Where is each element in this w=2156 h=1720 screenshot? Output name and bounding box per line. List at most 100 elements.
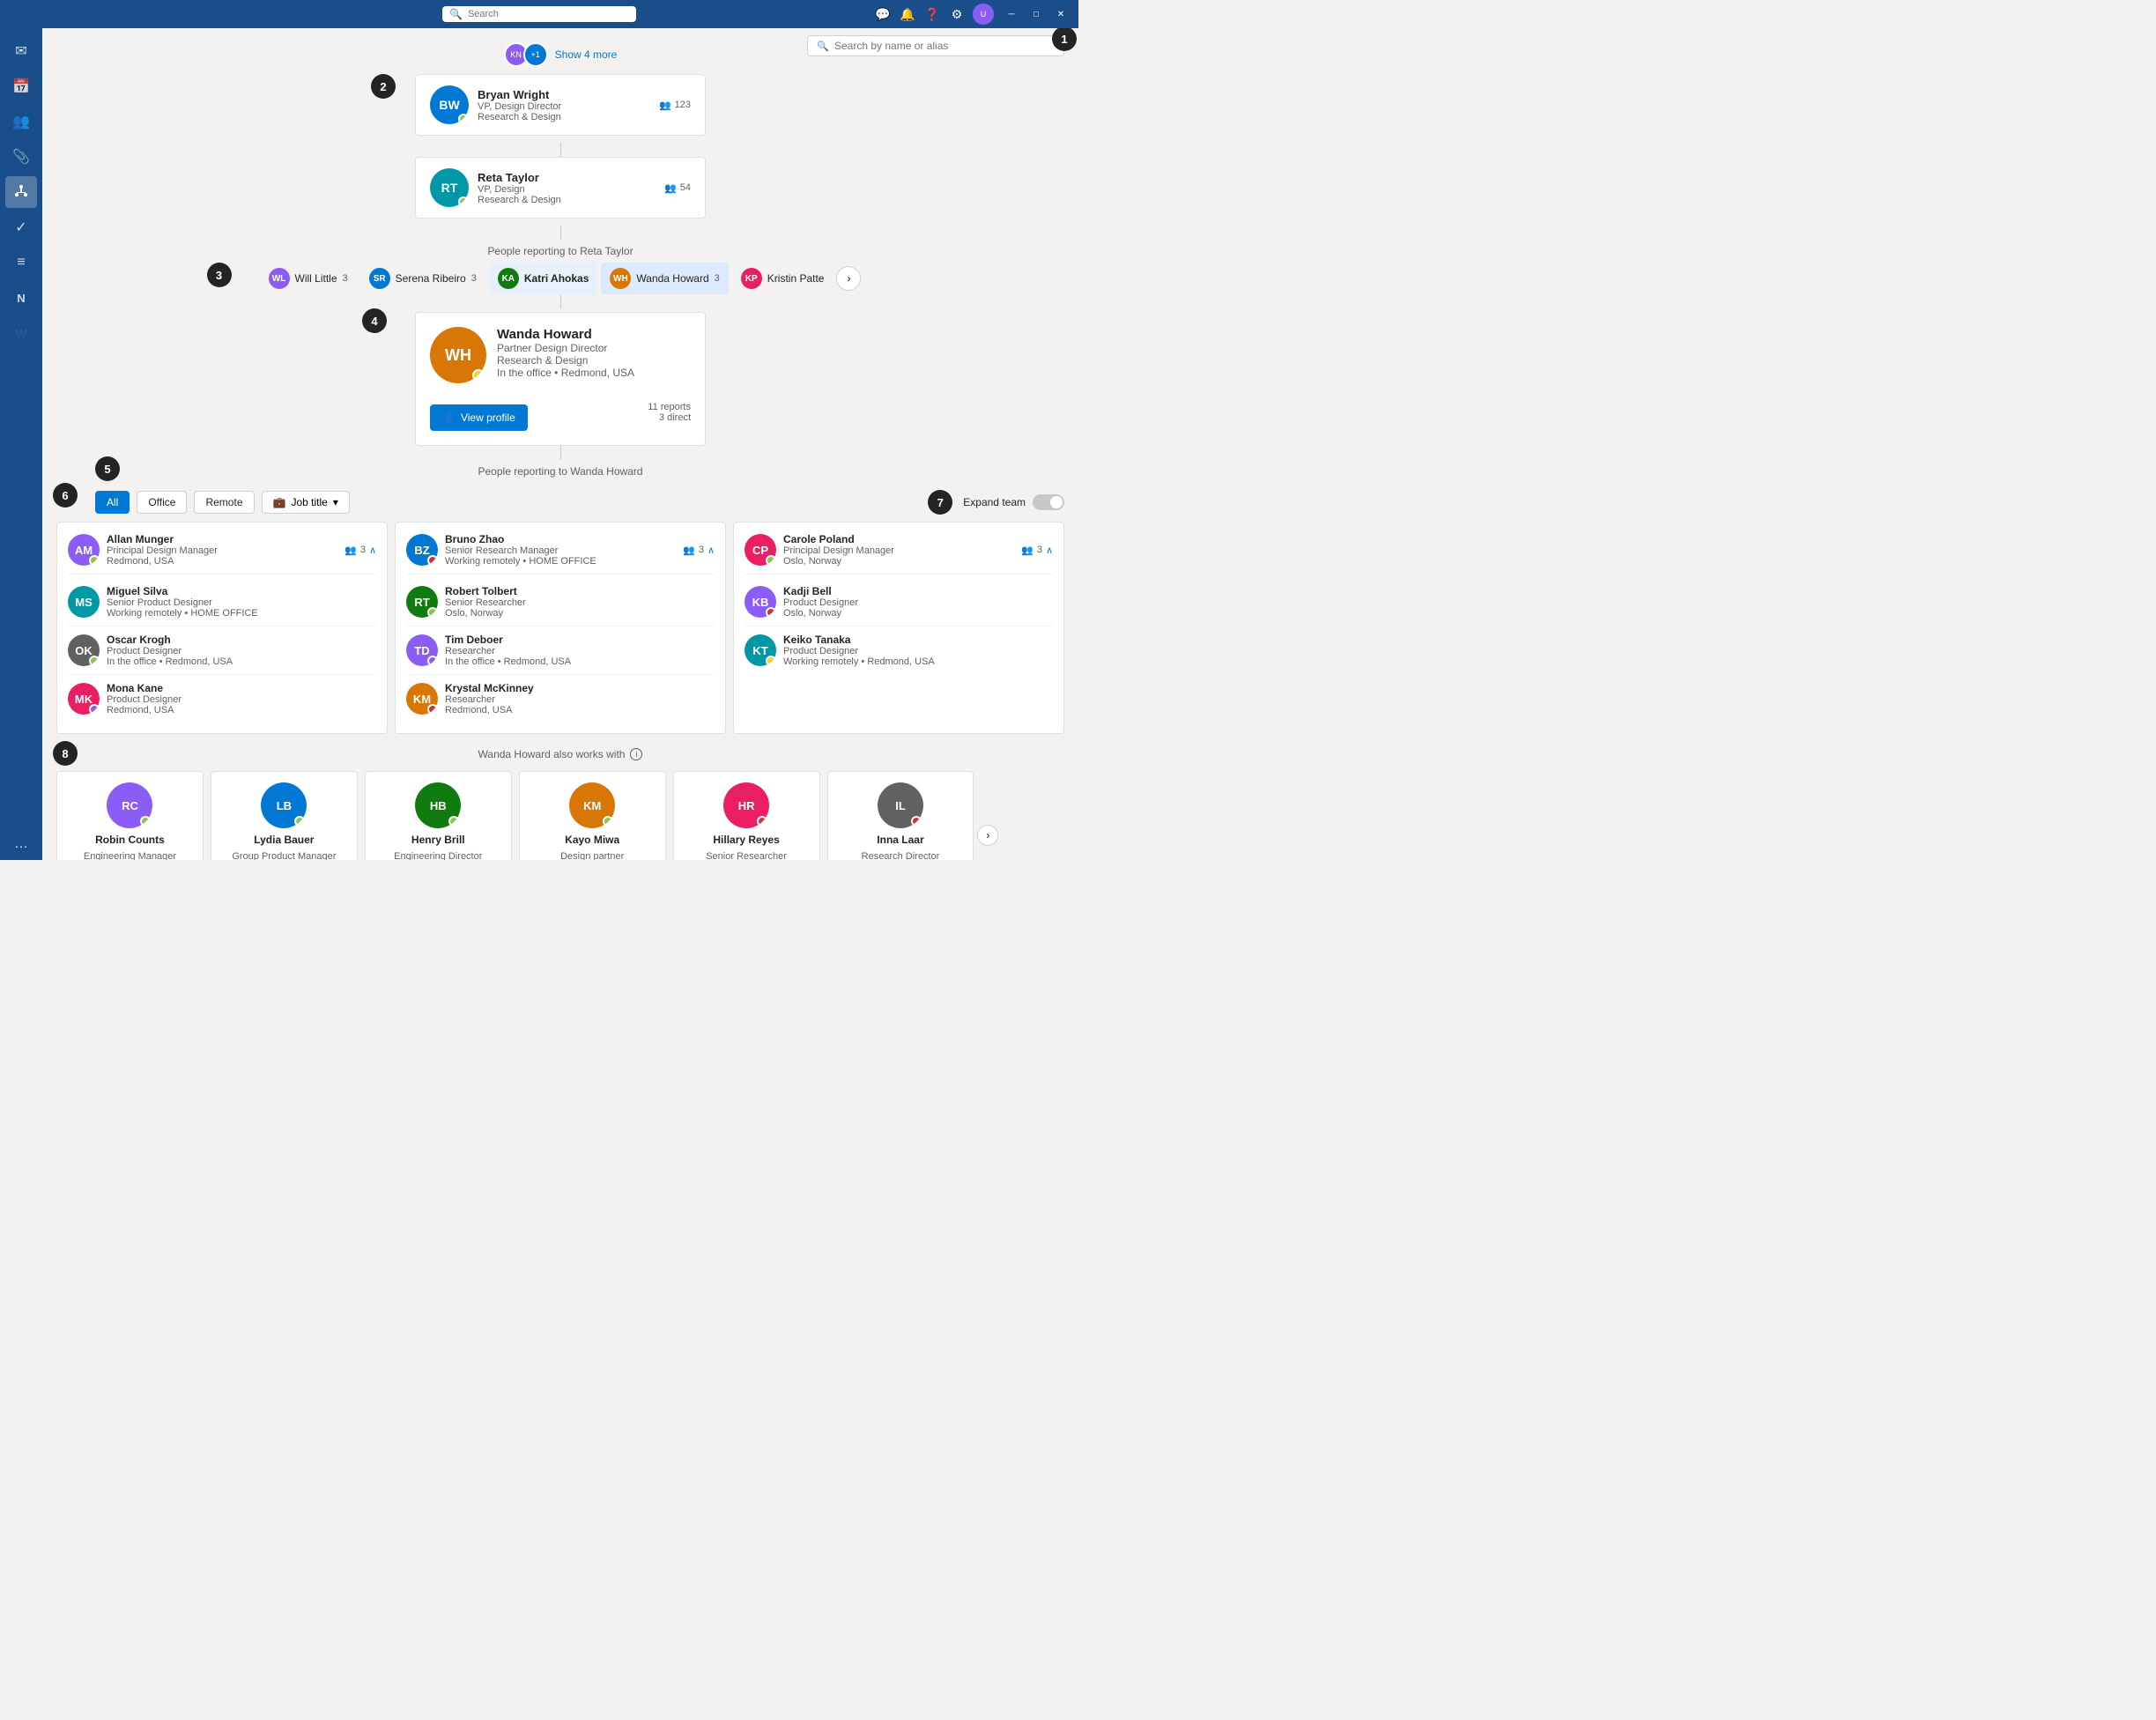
- henry-avatar: HB: [415, 782, 461, 828]
- filter-office[interactable]: Office: [137, 491, 187, 514]
- inna-name: Inna Laar: [877, 834, 923, 846]
- wanda-expanded-dept: Research & Design: [497, 354, 634, 367]
- mona-title: Product Designer: [107, 694, 376, 705]
- sidebar-item-people[interactable]: 👥: [5, 106, 37, 137]
- collapse-icon-2[interactable]: ∧: [708, 545, 715, 556]
- sidebar: ✉ 📅 👥 📎 ✓ ≡ N W …: [0, 28, 42, 860]
- robin-status: [140, 816, 151, 827]
- kristin-name: Kristin Patte: [767, 272, 825, 285]
- help-icon[interactable]: ❓: [923, 7, 941, 22]
- person-card-bryan: BW Bryan Wright VP, Design Director Rese…: [415, 74, 706, 136]
- collapse-icon-1[interactable]: ∧: [369, 545, 376, 556]
- also-works-section: 8 Wanda Howard also works with i RC: [42, 741, 1078, 860]
- henry-status: [448, 816, 459, 827]
- hillary-title: Senior Researcher: [706, 851, 787, 860]
- view-profile-button[interactable]: 👤 View profile: [430, 404, 528, 431]
- will-initials: WL: [269, 268, 290, 289]
- avatar-extra: +1: [523, 42, 548, 67]
- tab-katri-ahokas[interactable]: KA Katri Ahokas: [489, 263, 598, 294]
- person-search-input[interactable]: [834, 40, 1055, 52]
- sidebar-item-attachments[interactable]: 📎: [5, 141, 37, 173]
- collab-next-button[interactable]: ›: [977, 825, 998, 846]
- kadji-title: Product Designer: [783, 597, 1053, 608]
- serena-initials: SR: [369, 268, 390, 289]
- reporting-to-reta-label: People reporting to Reta Taylor: [487, 245, 633, 257]
- sidebar-item-mail[interactable]: ✉: [5, 35, 37, 67]
- user-avatar[interactable]: U: [973, 4, 994, 25]
- connector-3: [560, 294, 561, 308]
- titlebar-search-input[interactable]: [468, 9, 629, 19]
- wanda-tab-initials: WH: [610, 268, 631, 289]
- org-chart-section: KN +1 Show 4 more 2 BW: [42, 35, 1078, 860]
- oscar-title: Product Designer: [107, 646, 376, 656]
- keiko-avatar: KT: [745, 634, 776, 666]
- allan-status: [89, 555, 100, 566]
- sidebar-item-list[interactable]: ≡: [5, 247, 37, 278]
- team-col3-header: CP Carole Poland Principal Design Manage…: [745, 533, 1053, 575]
- hillary-avatar: HR: [723, 782, 769, 828]
- carole-reports: 👥 3 ∧: [1021, 545, 1053, 556]
- expand-team-toggle: 7 Expand team: [928, 490, 1064, 515]
- tab-serena-ribeiro[interactable]: SR Serena Ribeiro 3: [360, 263, 485, 294]
- total-reports-label: 11 reports: [648, 402, 691, 412]
- sidebar-item-word[interactable]: W: [5, 317, 37, 349]
- show-more-button[interactable]: Show 4 more: [555, 48, 618, 61]
- henry-title: Engineering Director: [394, 851, 482, 860]
- robin-name: Robin Counts: [95, 834, 165, 846]
- filter-remote[interactable]: Remote: [194, 491, 254, 514]
- miguel-name: Miguel Silva: [107, 585, 376, 597]
- close-button[interactable]: ✕: [1050, 6, 1071, 22]
- sidebar-item-more[interactable]: …: [5, 828, 37, 860]
- report-tabs-wrapper: 3 WL Will Little 3 SR: [260, 263, 862, 294]
- tab-chevron-right[interactable]: ›: [836, 266, 861, 291]
- sidebar-item-notes[interactable]: N: [5, 282, 37, 314]
- wanda-expanded-info: Wanda Howard Partner Design Director Res…: [497, 327, 634, 379]
- tim-title: Researcher: [445, 646, 715, 656]
- chat-icon[interactable]: 💬: [874, 7, 892, 22]
- bruno-info: Bruno Zhao Senior Research Manager Worki…: [445, 533, 596, 567]
- robert-name: Robert Tolbert: [445, 585, 715, 597]
- sidebar-item-orgchart[interactable]: [5, 176, 37, 208]
- krystal-info: Krystal McKinney Researcher Redmond, USA: [445, 682, 715, 715]
- lydia-name: Lydia Bauer: [254, 834, 314, 846]
- info-icon[interactable]: i: [630, 748, 642, 760]
- carole-report-count: 3: [1037, 545, 1042, 555]
- filter-job-title[interactable]: 💼 Job title ▾: [262, 491, 350, 514]
- wanda-tab-name: Wanda Howard: [636, 272, 708, 285]
- reta-report-count: 54: [680, 182, 691, 193]
- robert-info: Robert Tolbert Senior Researcher Oslo, N…: [445, 585, 715, 619]
- bryan-report-count: 123: [675, 100, 691, 110]
- chevron-down-icon: ▾: [333, 496, 338, 508]
- kayo-status: [603, 816, 613, 827]
- will-name: Will Little: [295, 272, 337, 285]
- annotation-8: 8: [53, 741, 78, 766]
- expanded-card-top: WH Wanda Howard Partner Design Director …: [430, 327, 691, 383]
- kayo-title: Design partner: [560, 851, 624, 860]
- member-oscar: OK Oscar Krogh Product Designer In the o…: [68, 626, 376, 675]
- minimize-button[interactable]: ─: [1001, 6, 1022, 22]
- maximize-button[interactable]: □: [1026, 6, 1047, 22]
- settings-icon[interactable]: ⚙: [948, 7, 966, 22]
- filter-all[interactable]: All: [95, 491, 130, 514]
- briefcase-icon: 💼: [273, 496, 286, 508]
- bruno-name: Bruno Zhao: [445, 533, 596, 545]
- expand-team-switch[interactable]: [1033, 494, 1064, 510]
- annotation-2-wrapper: 2 BW Bryan Wright VP, Design Director: [415, 74, 706, 226]
- kristin-avatar: KP: [741, 268, 762, 289]
- tab-wanda-howard[interactable]: WH Wanda Howard 3: [601, 263, 728, 294]
- sidebar-item-tasks[interactable]: ✓: [5, 211, 37, 243]
- reporting-to-wanda-wrapper: 5 People reporting to Wanda Howard: [42, 460, 1078, 483]
- collapse-icon-3[interactable]: ∧: [1046, 545, 1053, 556]
- team-col2-header: BZ Bruno Zhao Senior Research Manager Wo…: [406, 533, 715, 575]
- reports-icon-3: 👥: [683, 545, 695, 556]
- notification-icon[interactable]: 🔔: [899, 7, 916, 22]
- app-body: ✉ 📅 👥 📎 ✓ ≡ N W …: [0, 28, 1078, 860]
- tab-kristin-patte[interactable]: KP Kristin Patte: [732, 263, 834, 294]
- sidebar-item-calendar[interactable]: 📅: [5, 70, 37, 102]
- annotation-5: 5: [95, 456, 120, 481]
- expanded-person-card: WH Wanda Howard Partner Design Director …: [415, 312, 706, 446]
- krystal-loc: Redmond, USA: [445, 705, 715, 715]
- allan-info: Allan Munger Principal Design Manager Re…: [107, 533, 218, 567]
- inna-avatar: IL: [878, 782, 923, 828]
- tab-will-little[interactable]: WL Will Little 3: [260, 263, 357, 294]
